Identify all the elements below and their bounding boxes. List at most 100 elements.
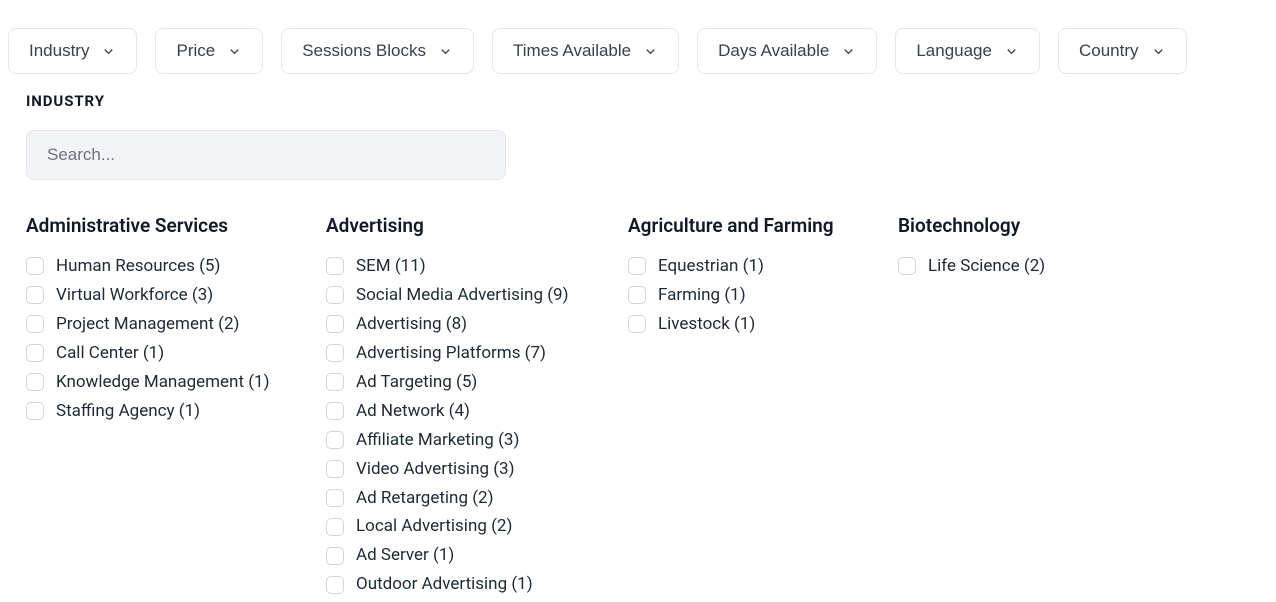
category-heading: Administrative Services [26,214,326,237]
chevron-down-icon [227,44,242,59]
chevron-down-icon [1151,44,1166,59]
checkbox[interactable] [26,344,44,362]
chevron-down-icon [841,44,856,59]
filter-label: Days Available [718,41,829,61]
checkbox[interactable] [326,518,344,536]
filter-label: Industry [29,41,89,61]
option-label[interactable]: Life Science (2) [928,255,1045,278]
list-item: Ad Retargeting (2) [326,487,628,510]
checkbox[interactable] [26,402,44,420]
checkbox[interactable] [26,373,44,391]
list-item: Advertising (8) [326,313,628,336]
checkbox[interactable] [898,257,916,275]
filter-label: Country [1079,41,1139,61]
option-label[interactable]: Outdoor Advertising (1) [356,573,533,596]
option-label[interactable]: SEM (11) [356,255,426,278]
category-heading: Advertising [326,214,628,237]
list-item: Life Science (2) [898,255,1158,278]
option-label[interactable]: Livestock (1) [658,313,755,336]
list-item: Video Advertising (3) [326,458,628,481]
option-label[interactable]: Equestrian (1) [658,255,764,278]
chevron-down-icon [438,44,453,59]
option-label[interactable]: Call Center (1) [56,342,164,365]
list-item: Human Resources (5) [26,255,326,278]
chevron-down-icon [1004,44,1019,59]
checkbox[interactable] [628,315,646,333]
list-item: Ad Network (4) [326,400,628,423]
search-input[interactable] [47,145,485,165]
option-label[interactable]: Farming (1) [658,284,746,307]
filter-price[interactable]: Price [155,28,263,74]
checkbox[interactable] [326,257,344,275]
option-label[interactable]: Project Management (2) [56,313,239,336]
list-item: Social Media Advertising (9) [326,284,628,307]
checkbox[interactable] [326,576,344,594]
option-label[interactable]: Social Media Advertising (9) [356,284,569,307]
checkbox[interactable] [326,315,344,333]
option-label[interactable]: Ad Network (4) [356,400,470,423]
checkbox[interactable] [326,547,344,565]
industry-panel: INDUSTRY Administrative Services Human R… [0,74,1276,602]
list-item: Outdoor Advertising (1) [326,573,628,596]
checkbox[interactable] [26,257,44,275]
checkbox[interactable] [26,315,44,333]
option-label[interactable]: Ad Server (1) [356,544,454,567]
checkbox[interactable] [326,402,344,420]
option-label[interactable]: Advertising (8) [356,313,467,336]
category-biotech: Biotechnology Life Science (2) [898,214,1158,602]
panel-title: INDUSTRY [26,92,1250,110]
checkbox[interactable] [326,431,344,449]
filter-label: Language [916,41,992,61]
filter-label: Price [176,41,215,61]
category-heading: Agriculture and Farming [628,214,898,237]
search-wrap [26,130,506,180]
filter-industry[interactable]: Industry [8,28,137,74]
option-label[interactable]: Knowledge Management (1) [56,371,270,394]
checkbox[interactable] [326,460,344,478]
option-label[interactable]: Ad Targeting (5) [356,371,477,394]
list-item: Livestock (1) [628,313,898,336]
filter-sessions-blocks[interactable]: Sessions Blocks [281,28,474,74]
filter-days-available[interactable]: Days Available [697,28,877,74]
list-item: Knowledge Management (1) [26,371,326,394]
list-item: Advertising Platforms (7) [326,342,628,365]
list-item: Virtual Workforce (3) [26,284,326,307]
checkbox[interactable] [326,344,344,362]
checkbox[interactable] [326,489,344,507]
checkbox[interactable] [628,286,646,304]
list-item: Local Advertising (2) [326,515,628,538]
list-item: Affiliate Marketing (3) [326,429,628,452]
category-agriculture: Agriculture and Farming Equestrian (1) F… [628,214,898,602]
chevron-down-icon [643,44,658,59]
checkbox[interactable] [628,257,646,275]
checkbox[interactable] [326,373,344,391]
option-label[interactable]: Human Resources (5) [56,255,220,278]
option-label[interactable]: Video Advertising (3) [356,458,515,481]
option-label[interactable]: Local Advertising (2) [356,515,512,538]
list-item: Equestrian (1) [628,255,898,278]
list-item: Farming (1) [628,284,898,307]
checkbox[interactable] [26,286,44,304]
list-item: Ad Targeting (5) [326,371,628,394]
option-label[interactable]: Staffing Agency (1) [56,400,200,423]
list-item: Project Management (2) [26,313,326,336]
option-label[interactable]: Affiliate Marketing (3) [356,429,519,452]
category-admin: Administrative Services Human Resources … [26,214,326,602]
list-item: Staffing Agency (1) [26,400,326,423]
chevron-down-icon [101,44,116,59]
filter-country[interactable]: Country [1058,28,1187,74]
filter-language[interactable]: Language [895,28,1040,74]
filter-bar: Industry Price Sessions Blocks Times Ava… [0,0,1276,74]
option-label[interactable]: Advertising Platforms (7) [356,342,546,365]
option-label[interactable]: Ad Retargeting (2) [356,487,494,510]
checkbox[interactable] [326,286,344,304]
list-item: Call Center (1) [26,342,326,365]
category-heading: Biotechnology [898,214,1158,237]
filter-label: Sessions Blocks [302,41,426,61]
list-item: SEM (11) [326,255,628,278]
category-advertising: Advertising SEM (11) Social Media Advert… [326,214,628,602]
filter-times-available[interactable]: Times Available [492,28,679,74]
option-label[interactable]: Virtual Workforce (3) [56,284,213,307]
filter-label: Times Available [513,41,631,61]
category-columns: Administrative Services Human Resources … [26,214,1250,602]
